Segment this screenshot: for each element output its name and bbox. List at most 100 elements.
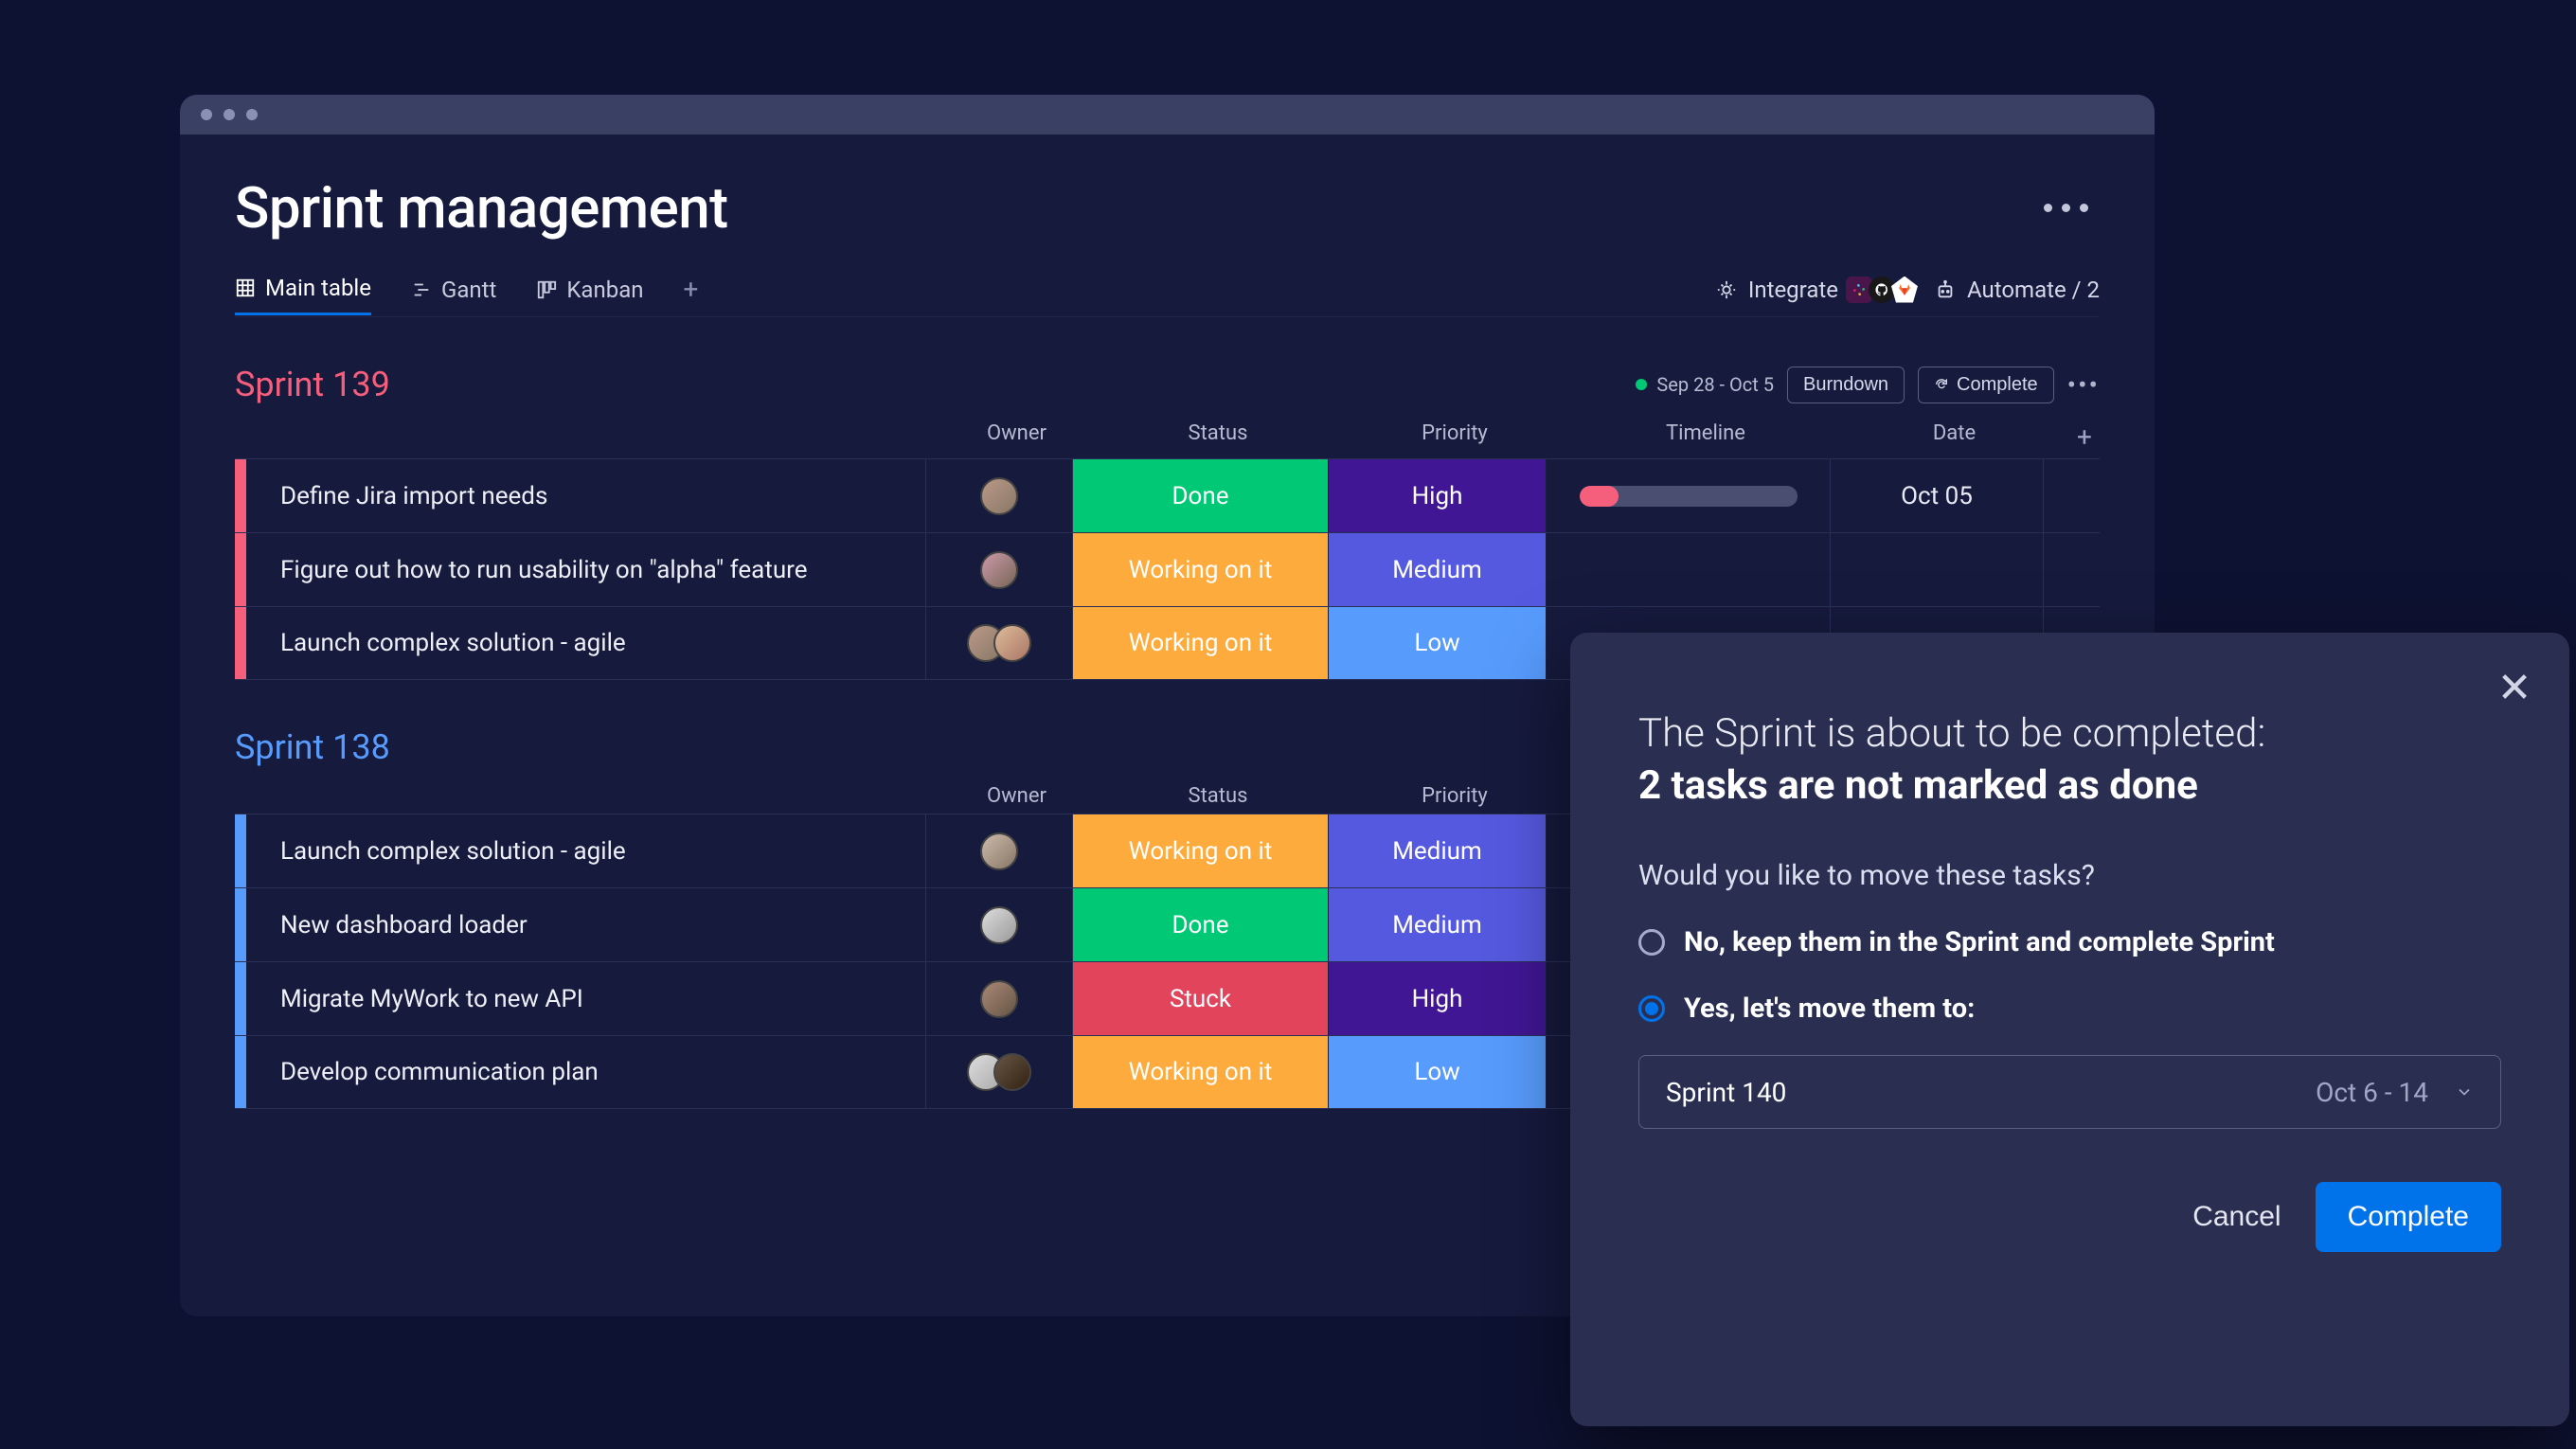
status-cell[interactable]: Working on it [1073,533,1329,606]
col-status[interactable]: Status [1090,421,1346,453]
window-control-dot[interactable] [224,109,235,120]
task-name[interactable]: Launch complex solution - agile [235,607,926,679]
close-icon: ✕ [2497,663,2532,712]
add-column-button[interactable]: + [2061,421,2108,453]
complete-sprint-modal: ✕ The Sprint is about to be completed: 2… [1570,633,2569,1426]
tab-label: Gantt [441,277,496,303]
target-sprint-dropdown[interactable]: Sprint 140 Oct 6 - 14 [1638,1055,2501,1129]
avatar [980,477,1018,515]
timeline-cell[interactable] [1547,533,1831,606]
col-owner[interactable]: Owner [943,784,1090,808]
date-cell[interactable] [1831,533,2044,606]
task-name[interactable]: Launch complex solution - agile [235,814,926,887]
task-name[interactable]: Figure out how to run usability on "alph… [235,533,926,606]
column-headers: Owner Status Priority Timeline Date + [235,421,2100,453]
avatar [980,906,1018,944]
automate-button[interactable]: Automate / 2 [1935,277,2100,303]
window-titlebar [180,95,2155,134]
group-title[interactable]: Sprint 139 [235,365,390,404]
option-move-label: Yes, let's move them to: [1684,993,1975,1025]
avatar [980,980,1018,1018]
cancel-button[interactable]: Cancel [2192,1201,2281,1233]
radio-icon [1638,995,1665,1022]
col-status[interactable]: Status [1090,784,1346,808]
complete-label: Complete [1957,374,2038,396]
owner-cell[interactable] [926,459,1073,532]
option-move-tasks[interactable]: Yes, let's move them to: [1638,993,2501,1025]
task-name[interactable]: Develop communication plan [235,1036,926,1108]
status-cell[interactable]: Done [1073,459,1329,532]
chevron-down-icon [2455,1082,2474,1101]
priority-cell[interactable]: Medium [1329,888,1547,961]
task-name[interactable]: Migrate MyWork to new API [235,962,926,1035]
integration-badges [1850,277,1918,303]
active-indicator-icon [1636,379,1647,390]
complete-button[interactable]: Complete [2316,1182,2501,1252]
owner-cell[interactable] [926,607,1073,679]
priority-cell[interactable]: Low [1329,607,1547,679]
timeline-cell[interactable] [1547,459,1831,532]
page-title: Sprint management [235,174,728,242]
modal-question: Would you like to move these tasks? [1638,859,2501,892]
col-priority[interactable]: Priority [1346,784,1564,808]
tab-gantt[interactable]: Gantt [411,277,496,314]
date-range-text: Sep 28 - Oct 5 [1656,373,1774,396]
add-view-button[interactable]: + [684,274,699,316]
tab-kanban[interactable]: Kanban [536,277,643,314]
owner-cell[interactable] [926,962,1073,1035]
tab-main-table[interactable]: Main table [235,275,371,315]
radio-icon [1638,929,1665,956]
integrate-label: Integrate [1748,277,1838,303]
avatar [993,1053,1031,1091]
owner-cell[interactable] [926,888,1073,961]
tab-label: Kanban [566,277,643,303]
table-icon [235,277,256,298]
table-row[interactable]: Figure out how to run usability on "alph… [235,532,2100,606]
close-button[interactable]: ✕ [2492,665,2537,710]
priority-cell[interactable]: Low [1329,1036,1547,1108]
option-keep-tasks[interactable]: No, keep them in the Sprint and complete… [1638,926,2501,958]
window-control-dot[interactable] [246,109,258,120]
integrate-button[interactable]: Integrate [1716,277,1918,303]
status-cell[interactable]: Working on it [1073,1036,1329,1108]
col-owner[interactable]: Owner [943,421,1090,453]
tab-label: Main table [265,275,371,301]
refresh-icon [1934,377,1949,392]
avatar-group [967,1053,1031,1091]
owner-cell[interactable] [926,1036,1073,1108]
modal-title-line2: 2 tasks are not marked as done [1638,760,2501,813]
col-date[interactable]: Date [1848,421,2061,453]
col-priority[interactable]: Priority [1346,421,1564,453]
kanban-icon [536,279,557,300]
view-tabs: Main table Gantt Kanban + [235,274,2100,317]
window-control-dot[interactable] [201,109,212,120]
table-row[interactable]: Define Jira import needs Done High Oct 0… [235,458,2100,532]
status-cell[interactable]: Working on it [1073,814,1329,887]
task-name[interactable]: Define Jira import needs [235,459,926,532]
priority-cell[interactable]: Medium [1329,533,1547,606]
burndown-label: Burndown [1803,374,1888,396]
col-timeline[interactable]: Timeline [1564,421,1848,453]
github-icon [1869,277,1895,303]
status-cell[interactable]: Done [1073,888,1329,961]
group-options-button[interactable]: ••• [2067,369,2100,401]
sprint-date-range: Sep 28 - Oct 5 [1636,373,1774,396]
status-cell[interactable]: Stuck [1073,962,1329,1035]
complete-sprint-button[interactable]: Complete [1918,367,2054,403]
priority-cell[interactable]: Medium [1329,814,1547,887]
owner-cell[interactable] [926,814,1073,887]
integrate-icon [1716,279,1737,300]
date-cell[interactable]: Oct 05 [1831,459,2044,532]
task-name[interactable]: New dashboard loader [235,888,926,961]
status-cell[interactable]: Working on it [1073,607,1329,679]
dropdown-value: Sprint 140 [1666,1077,1786,1108]
robot-icon [1935,279,1956,300]
priority-cell[interactable]: High [1329,459,1547,532]
priority-cell[interactable]: High [1329,962,1547,1035]
group-title[interactable]: Sprint 138 [235,727,390,767]
burndown-button[interactable]: Burndown [1787,367,1905,403]
automate-label: Automate / 2 [1967,277,2100,303]
board-options-button[interactable] [2044,204,2100,212]
avatar [980,832,1018,870]
owner-cell[interactable] [926,533,1073,606]
